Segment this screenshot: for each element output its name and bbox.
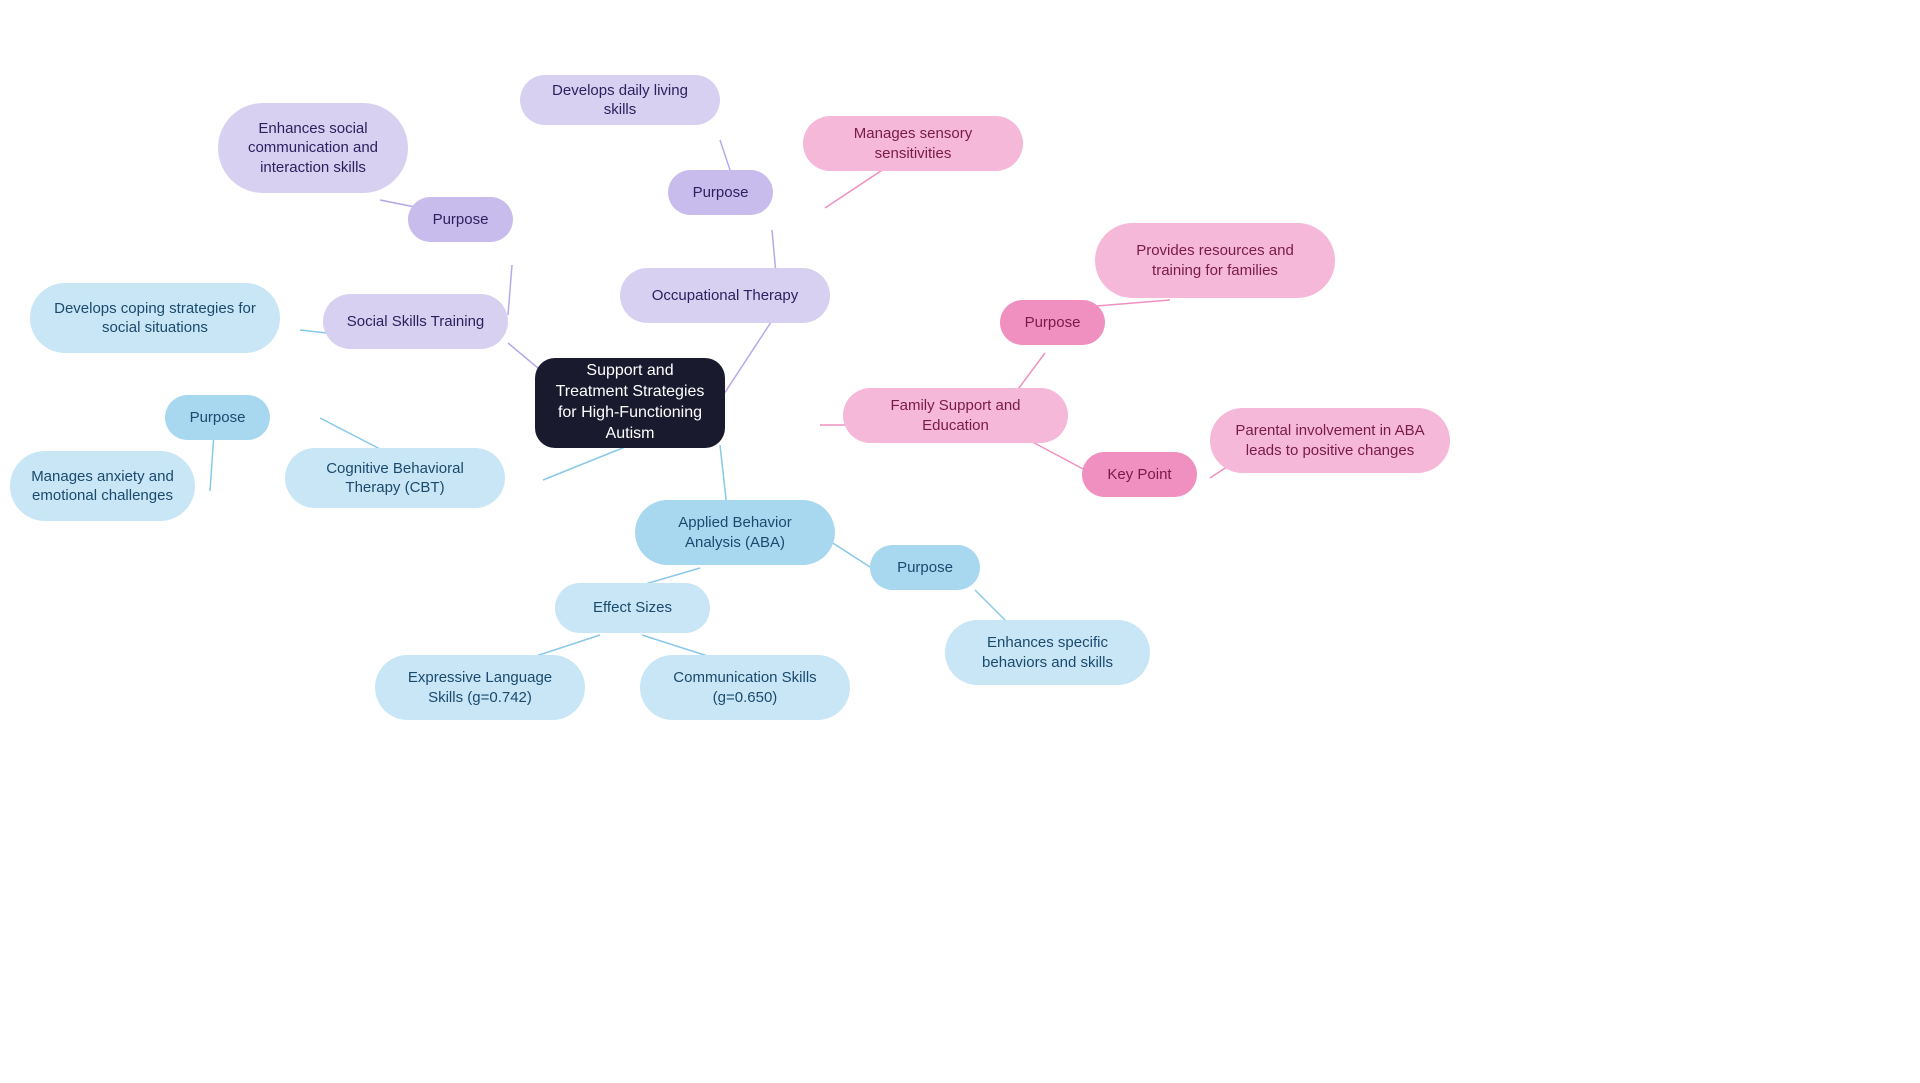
cbt-node: Cognitive Behavioral Therapy (CBT): [285, 448, 505, 508]
aba-node: Applied Behavior Analysis (ABA): [635, 500, 835, 565]
family-keypoint-node: Key Point: [1082, 452, 1197, 497]
family-resources-node: Provides resources and training for fami…: [1095, 223, 1335, 298]
family-purpose-node: Purpose: [1000, 300, 1105, 345]
cbt-anxiety-node: Manages anxiety and emotional challenges: [10, 451, 195, 521]
occ-therapy-node: Occupational Therapy: [620, 268, 830, 323]
occ-purpose-node: Purpose: [668, 170, 773, 215]
occ-sensory-node: Manages sensory sensitivities: [803, 116, 1023, 171]
aba-enhances-node: Enhances specific behaviors and skills: [945, 620, 1150, 685]
social-purpose-node: Purpose: [408, 197, 513, 242]
family-parental-node: Parental involvement in ABA leads to pos…: [1210, 408, 1450, 473]
social-skills-node: Social Skills Training: [323, 294, 508, 349]
social-coping-node: Develops coping strategies for social si…: [30, 283, 280, 353]
aba-communication-node: Communication Skills (g=0.650): [640, 655, 850, 720]
aba-purpose-node: Purpose: [870, 545, 980, 590]
social-enhance-node: Enhances social communication and intera…: [218, 103, 408, 193]
cbt-purpose-node: Purpose: [165, 395, 270, 440]
aba-expressive-node: Expressive Language Skills (g=0.742): [375, 655, 585, 720]
aba-effect-node: Effect Sizes: [555, 583, 710, 633]
family-support-node: Family Support and Education: [843, 388, 1068, 443]
center-node: Support and Treatment Strategies for Hig…: [535, 358, 725, 448]
occ-daily-node: Develops daily living skills: [520, 75, 720, 125]
